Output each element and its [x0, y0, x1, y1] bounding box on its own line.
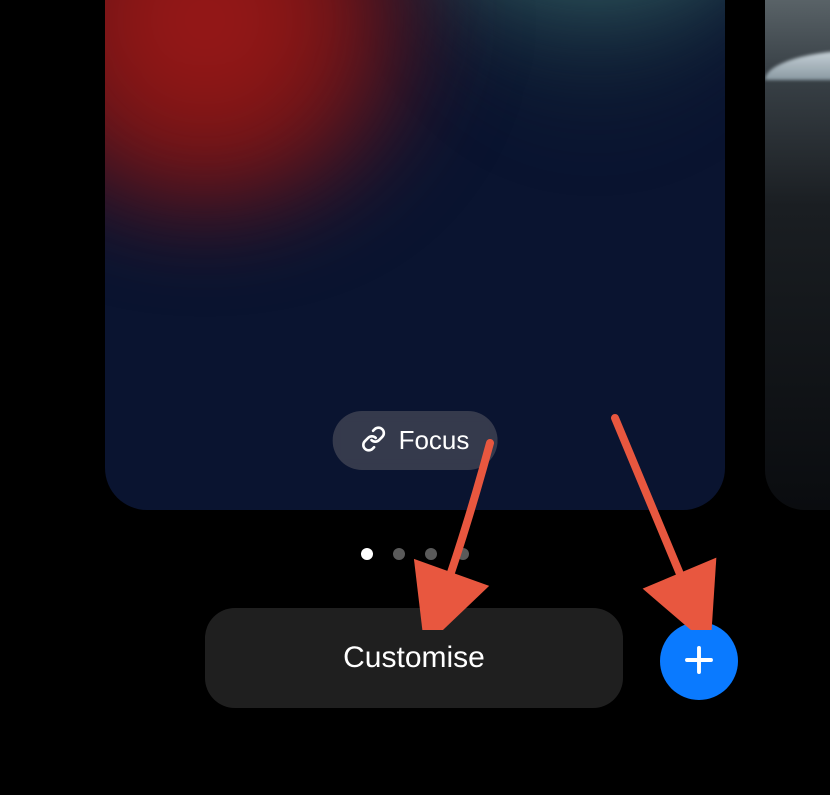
plus-icon [681, 642, 717, 681]
link-icon [361, 426, 387, 455]
focus-label: Focus [399, 425, 470, 456]
page-dot [361, 548, 373, 560]
customise-button[interactable]: Customise [205, 608, 623, 708]
page-dot [425, 548, 437, 560]
customise-label: Customise [343, 641, 485, 674]
add-wallpaper-button[interactable] [660, 622, 738, 700]
focus-button[interactable]: Focus [333, 411, 498, 470]
wallpaper-preview-card[interactable]: Focus [105, 0, 725, 510]
wallpaper-preview-next[interactable] [765, 0, 830, 510]
page-dot [457, 548, 469, 560]
wallpaper-decor [105, 0, 465, 230]
wallpaper-decor [765, 50, 830, 80]
page-indicator [0, 548, 830, 560]
page-dot [393, 548, 405, 560]
